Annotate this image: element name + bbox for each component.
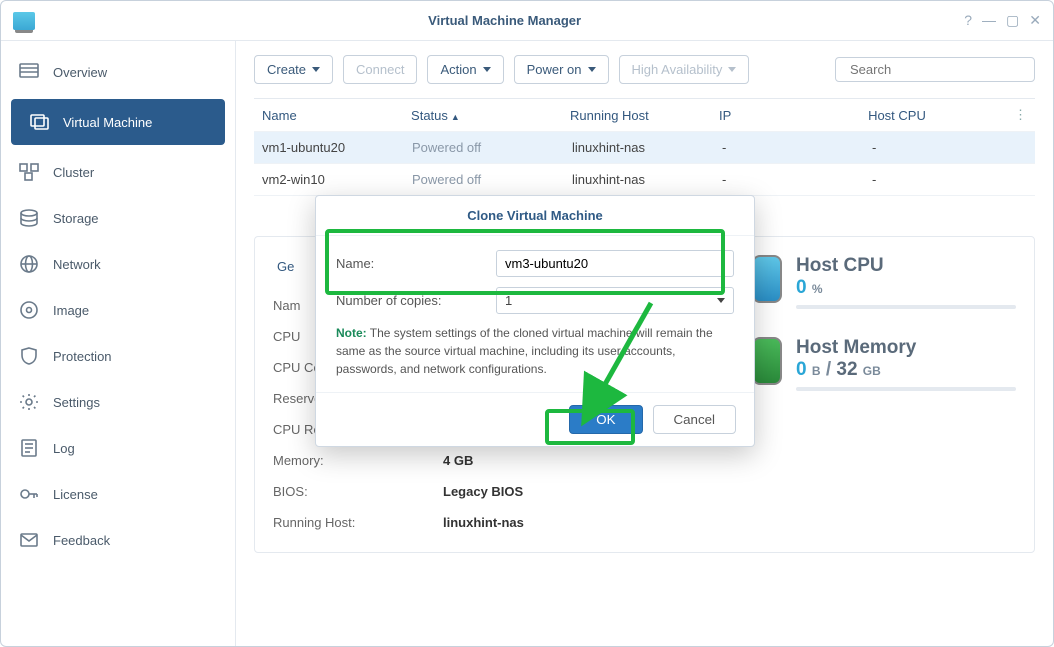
connect-button[interactable]: Connect — [343, 55, 417, 84]
minimize-icon[interactable]: — — [982, 12, 996, 29]
sidebar-item-log[interactable]: Log — [1, 425, 235, 471]
sidebar-item-virtual-machine[interactable]: Virtual Machine — [11, 99, 225, 145]
search-input[interactable] — [850, 62, 1026, 77]
sidebar-item-label: Cluster — [53, 165, 94, 180]
chevron-down-icon — [717, 298, 725, 303]
chevron-down-icon — [312, 67, 320, 72]
close-icon[interactable]: ✕ — [1029, 12, 1041, 29]
memory-chip-icon — [752, 337, 782, 385]
col-cpu[interactable]: Host CPU — [868, 108, 1007, 123]
sidebar-item-protection[interactable]: Protection — [1, 333, 235, 379]
sidebar-item-feedback[interactable]: Feedback — [1, 517, 235, 563]
sidebar: Overview Virtual Machine Cluster Storage… — [1, 41, 236, 646]
col-ip[interactable]: IP — [719, 108, 868, 123]
sidebar-item-label: License — [53, 487, 98, 502]
sidebar-item-label: Storage — [53, 211, 99, 226]
maximize-icon[interactable]: ▢ — [1006, 12, 1019, 29]
log-icon — [19, 439, 39, 457]
window-title: Virtual Machine Manager — [45, 13, 964, 28]
create-button[interactable]: Create — [254, 55, 333, 84]
titlebar: Virtual Machine Manager ? — ▢ ✕ — [1, 1, 1053, 41]
sidebar-item-network[interactable]: Network — [1, 241, 235, 287]
sidebar-item-label: Log — [53, 441, 75, 456]
table-header: Name Status▲ Running Host IP Host CPU ⋮ — [254, 99, 1035, 132]
mail-icon — [19, 531, 39, 549]
sidebar-item-label: Virtual Machine — [63, 115, 152, 130]
host-cpu-stat: Host CPU 0 % — [752, 255, 1016, 309]
sidebar-item-settings[interactable]: Settings — [1, 379, 235, 425]
sidebar-item-storage[interactable]: Storage — [1, 195, 235, 241]
sidebar-item-label: Protection — [53, 349, 112, 364]
help-icon[interactable]: ? — [964, 12, 972, 29]
col-options[interactable]: ⋮ — [1007, 107, 1027, 123]
shield-icon — [19, 347, 39, 365]
copies-select[interactable]: 1 — [496, 287, 734, 314]
chevron-down-icon — [483, 67, 491, 72]
table-row[interactable]: vm1-ubuntu20 Powered off linuxhint-nas -… — [254, 132, 1035, 164]
gear-icon — [19, 393, 39, 411]
key-icon — [19, 485, 39, 503]
toolbar: Create Connect Action Power on High Avai… — [254, 55, 1035, 84]
col-status[interactable]: Status▲ — [411, 108, 570, 123]
sort-asc-icon: ▲ — [451, 112, 460, 122]
cpu-chip-icon — [752, 255, 782, 303]
vm-icon — [29, 113, 49, 131]
table-row[interactable]: vm2-win10 Powered off linuxhint-nas - - — [254, 164, 1035, 196]
name-label: Name: — [336, 256, 496, 271]
chevron-down-icon — [588, 67, 596, 72]
col-host[interactable]: Running Host — [570, 108, 719, 123]
col-name[interactable]: Name — [262, 108, 411, 123]
dialog-title: Clone Virtual Machine — [316, 196, 754, 236]
name-input[interactable] — [496, 250, 734, 277]
overview-icon — [19, 63, 39, 81]
search-box[interactable] — [835, 57, 1035, 82]
sidebar-item-label: Image — [53, 303, 89, 318]
note-text: Note: The system settings of the cloned … — [336, 324, 734, 378]
ha-button[interactable]: High Availability — [619, 55, 750, 84]
sidebar-item-label: Settings — [53, 395, 100, 410]
host-memory-stat: Host Memory 0 B / 32 GB — [752, 337, 1016, 391]
sidebar-item-label: Network — [53, 257, 101, 272]
sidebar-item-overview[interactable]: Overview — [1, 49, 235, 95]
image-icon — [19, 301, 39, 319]
network-icon — [19, 255, 39, 273]
sidebar-item-label: Overview — [53, 65, 107, 80]
chevron-down-icon — [728, 67, 736, 72]
vm-table: Name Status▲ Running Host IP Host CPU ⋮ … — [254, 98, 1035, 196]
clone-vm-dialog: Clone Virtual Machine Name: Number of co… — [315, 195, 755, 447]
sidebar-item-image[interactable]: Image — [1, 287, 235, 333]
ok-button[interactable]: OK — [569, 405, 642, 434]
copies-label: Number of copies: — [336, 293, 496, 308]
sidebar-item-license[interactable]: License — [1, 471, 235, 517]
power-on-button[interactable]: Power on — [514, 55, 609, 84]
action-button[interactable]: Action — [427, 55, 503, 84]
sidebar-item-label: Feedback — [53, 533, 110, 548]
cancel-button[interactable]: Cancel — [653, 405, 737, 434]
tab-general[interactable]: Ge — [273, 251, 298, 282]
sidebar-item-cluster[interactable]: Cluster — [1, 149, 235, 195]
app-icon — [13, 12, 35, 30]
cluster-icon — [19, 163, 39, 181]
storage-icon — [19, 209, 39, 227]
